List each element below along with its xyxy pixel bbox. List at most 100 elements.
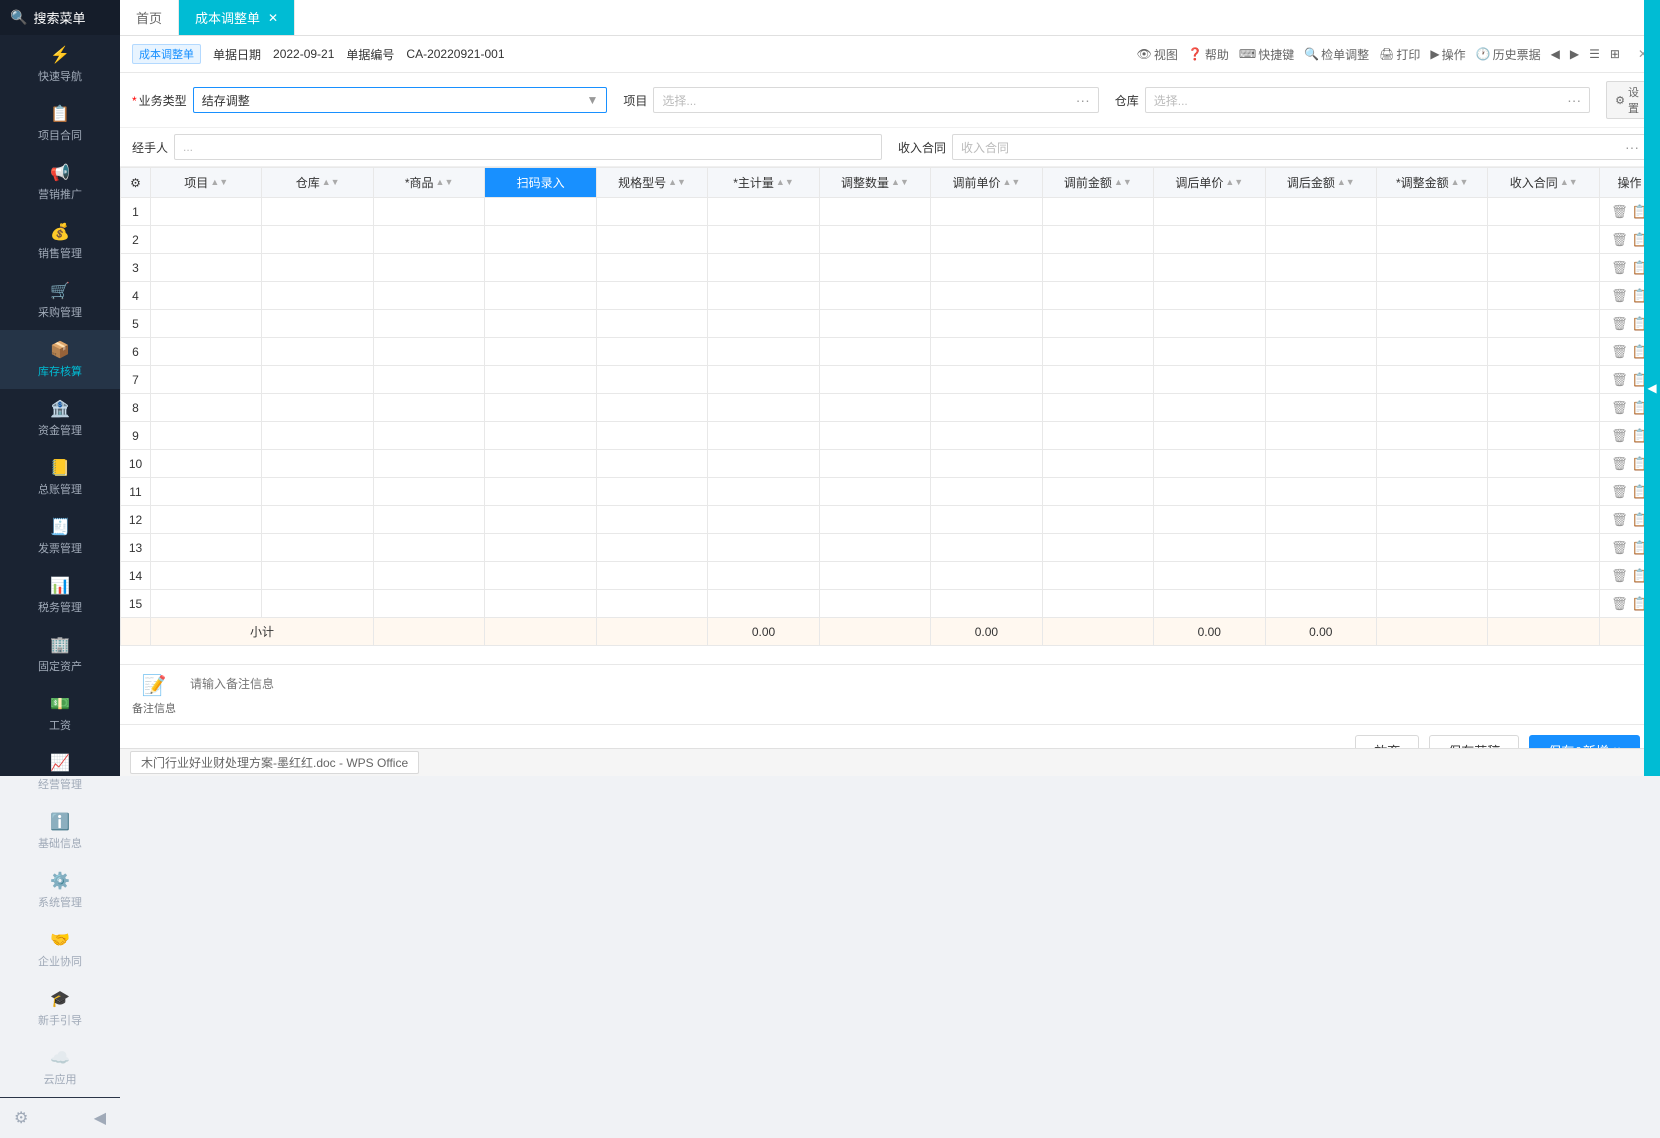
table-cell[interactable] — [596, 534, 707, 562]
table-cell[interactable] — [373, 422, 484, 450]
table-cell[interactable] — [373, 450, 484, 478]
col-after-amount[interactable]: 调后金额▲▼ — [1265, 168, 1376, 198]
sidebar-item-basic-info[interactable]: ℹ️ 基础信息 — [0, 802, 120, 861]
table-cell[interactable] — [1154, 254, 1265, 282]
sidebar-item-sales-promo[interactable]: 📢 营销推广 — [0, 153, 120, 212]
table-cell[interactable] — [485, 590, 596, 618]
table-cell[interactable] — [151, 590, 262, 618]
table-cell[interactable] — [1265, 394, 1376, 422]
table-cell[interactable] — [262, 562, 373, 590]
sidebar-item-project-contract[interactable]: 📋 项目合同 — [0, 94, 120, 153]
table-cell[interactable] — [373, 590, 484, 618]
table-cell[interactable] — [819, 310, 930, 338]
table-cell[interactable] — [931, 366, 1042, 394]
toolbar-view-btn[interactable]: 👁 视图 — [1137, 46, 1178, 63]
table-cell[interactable] — [485, 422, 596, 450]
table-cell[interactable] — [373, 394, 484, 422]
table-cell[interactable] — [708, 590, 819, 618]
table-cell[interactable] — [1042, 562, 1153, 590]
tab-cost-adjust[interactable]: 成本调整单 ✕ — [179, 0, 295, 35]
table-cell[interactable] — [373, 534, 484, 562]
table-cell[interactable] — [1265, 450, 1376, 478]
table-cell[interactable] — [596, 198, 707, 226]
col-warehouse[interactable]: 仓库▲▼ — [262, 168, 373, 198]
table-cell[interactable] — [1376, 422, 1487, 450]
remark-input[interactable] — [186, 673, 1648, 695]
table-cell[interactable] — [262, 366, 373, 394]
table-cell[interactable] — [151, 282, 262, 310]
table-cell[interactable] — [262, 590, 373, 618]
sidebar-item-ledger-mgmt[interactable]: 📒 总账管理 — [0, 448, 120, 507]
table-cell[interactable] — [819, 506, 930, 534]
col-after-price[interactable]: 调后单价▲▼ — [1154, 168, 1265, 198]
table-cell[interactable] — [931, 394, 1042, 422]
toolbar-next-btn[interactable]: ▶ — [1570, 47, 1579, 61]
delete-icon[interactable]: 🗑 — [1611, 204, 1628, 220]
table-cell[interactable] — [708, 310, 819, 338]
table-cell[interactable] — [373, 562, 484, 590]
sidebar-item-sales-mgmt[interactable]: 💰 销售管理 — [0, 212, 120, 271]
col-adjust-qty[interactable]: 调整数量▲▼ — [819, 168, 930, 198]
table-cell[interactable] — [931, 562, 1042, 590]
table-cell[interactable] — [931, 590, 1042, 618]
table-cell[interactable] — [1488, 198, 1600, 226]
tab-close-icon[interactable]: ✕ — [268, 11, 278, 25]
table-cell[interactable] — [931, 422, 1042, 450]
table-cell[interactable] — [1154, 366, 1265, 394]
table-cell[interactable] — [1042, 394, 1153, 422]
col-product[interactable]: *商品▲▼ — [373, 168, 484, 198]
table-cell[interactable] — [819, 394, 930, 422]
table-cell[interactable] — [708, 534, 819, 562]
table-cell[interactable] — [1488, 562, 1600, 590]
table-cell[interactable] — [151, 534, 262, 562]
table-cell[interactable] — [708, 562, 819, 590]
sidebar-item-corp-collab[interactable]: 🤝 企业协同 — [0, 920, 120, 979]
delete-icon[interactable]: 🗑 — [1611, 260, 1628, 276]
table-cell[interactable] — [1154, 562, 1265, 590]
table-cell[interactable] — [931, 226, 1042, 254]
col-project[interactable]: 项目▲▼ — [151, 168, 262, 198]
table-cell[interactable] — [708, 506, 819, 534]
table-cell[interactable] — [596, 394, 707, 422]
business-type-select[interactable]: 结存调整 ▼ — [193, 87, 608, 113]
table-cell[interactable] — [1154, 226, 1265, 254]
table-cell[interactable] — [151, 506, 262, 534]
table-cell[interactable] — [819, 366, 930, 394]
table-cell[interactable] — [1376, 450, 1487, 478]
sidebar-item-purchase-mgmt[interactable]: 🛒 采购管理 — [0, 271, 120, 330]
table-cell[interactable] — [1376, 562, 1487, 590]
table-cell[interactable] — [819, 562, 930, 590]
table-cell[interactable] — [262, 338, 373, 366]
sidebar-item-quick-nav[interactable]: ⚡ 快速导航 — [0, 35, 120, 94]
table-cell[interactable] — [1042, 254, 1153, 282]
table-cell[interactable] — [1376, 478, 1487, 506]
sidebar-search[interactable]: 🔍 搜索菜单 — [0, 0, 120, 35]
toolbar-history-btn[interactable]: 🕐 历史票据 — [1476, 46, 1541, 63]
delete-icon[interactable]: 🗑 — [1611, 540, 1628, 556]
table-cell[interactable] — [596, 590, 707, 618]
table-cell[interactable] — [931, 478, 1042, 506]
table-cell[interactable] — [151, 422, 262, 450]
table-cell[interactable] — [596, 478, 707, 506]
income-contract-input[interactable]: 收入合同 ··· — [952, 134, 1648, 160]
table-cell[interactable] — [708, 254, 819, 282]
delete-icon[interactable]: 🗑 — [1611, 596, 1628, 612]
table-cell[interactable] — [485, 226, 596, 254]
sidebar-item-new-guide[interactable]: 🎓 新手引导 — [0, 979, 120, 1038]
table-cell[interactable] — [1376, 366, 1487, 394]
collapse-icon[interactable]: ◀ — [94, 1108, 106, 1128]
table-cell[interactable] — [262, 422, 373, 450]
col-before-price[interactable]: 调前单价▲▼ — [931, 168, 1042, 198]
table-cell[interactable] — [1154, 338, 1265, 366]
table-cell[interactable] — [262, 506, 373, 534]
table-cell[interactable] — [1154, 198, 1265, 226]
toolbar-prev-btn[interactable]: ◀ — [1551, 47, 1560, 61]
table-cell[interactable] — [485, 478, 596, 506]
table-cell[interactable] — [931, 254, 1042, 282]
handler-input[interactable]: ... — [174, 134, 882, 160]
table-cell[interactable] — [1154, 394, 1265, 422]
col-gear[interactable]: ⚙ — [121, 168, 151, 198]
table-cell[interactable] — [485, 394, 596, 422]
table-cell[interactable] — [262, 394, 373, 422]
table-cell[interactable] — [931, 450, 1042, 478]
